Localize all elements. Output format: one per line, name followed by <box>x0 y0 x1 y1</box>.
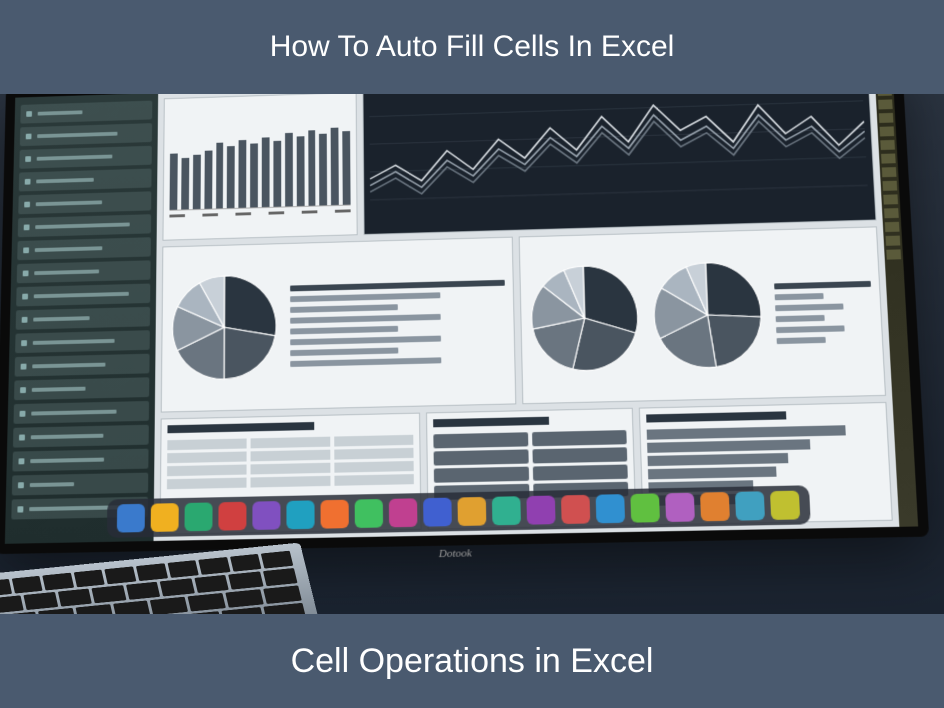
dock-app-icon <box>735 491 765 520</box>
sidebar-row <box>20 123 152 146</box>
hbar <box>647 453 788 466</box>
dock-app-icon <box>770 491 800 520</box>
dock-app-icon <box>665 493 695 522</box>
sidebar <box>5 94 158 544</box>
top-banner-text: How To Auto Fill Cells In Excel <box>270 30 675 64</box>
pie-panel-2 <box>519 226 886 404</box>
sidebar-row <box>13 425 149 448</box>
screen-bezel: Dotook <box>0 94 929 554</box>
sidebar-row <box>19 146 152 169</box>
sidebar-row <box>18 191 151 214</box>
dock-app-icon <box>355 499 383 528</box>
line-chart-panel <box>362 94 876 235</box>
dock-app-icon <box>457 497 486 526</box>
bar-chart-ticks <box>169 209 350 217</box>
dock-app-icon <box>492 496 521 525</box>
laptop: Dotook <box>0 94 944 614</box>
hbar <box>647 439 811 453</box>
sidebar-row <box>13 401 149 424</box>
dock-app-icon <box>596 494 625 523</box>
dock-app-icon <box>389 498 418 527</box>
dock-app-icon <box>423 498 452 527</box>
dock-app-icon <box>321 500 349 529</box>
hbar-header <box>646 411 786 422</box>
sidebar-row <box>18 214 151 237</box>
keyboard <box>0 543 320 614</box>
dashboard-main <box>154 94 900 541</box>
hbar <box>648 466 777 479</box>
bottom-banner: Cell Operations in Excel <box>0 614 944 708</box>
dock-app-icon <box>561 495 590 524</box>
sidebar-row <box>16 307 150 330</box>
top-banner: How To Auto Fill Cells In Excel <box>0 0 944 94</box>
sidebar-row <box>12 449 148 472</box>
pie-2-legend <box>774 280 874 343</box>
dock-app-icon <box>218 502 246 531</box>
pie-panel-1 <box>161 237 517 413</box>
sidebar-row <box>17 260 151 283</box>
dock-app-icon <box>700 492 730 521</box>
dock-app-icon <box>630 493 660 522</box>
sidebar-row <box>14 377 149 400</box>
dock-app-icon <box>184 502 212 531</box>
sidebar-row <box>15 354 150 377</box>
pie-chart-1 <box>170 272 278 382</box>
dock-app-icon <box>526 496 555 525</box>
laptop-illustration: Dotook <box>0 94 944 614</box>
sidebar-row <box>16 284 150 307</box>
dock-app-icon <box>252 501 280 530</box>
pie-row <box>161 226 886 412</box>
bar-chart <box>170 110 351 211</box>
dock-app-icon <box>117 504 145 533</box>
table-header <box>167 422 314 433</box>
screen <box>5 94 918 544</box>
pie-chart-2 <box>528 262 641 374</box>
sidebar-row <box>15 330 150 353</box>
pie-1-table <box>290 279 506 366</box>
sidebar-row <box>17 237 151 260</box>
dock-app-icon <box>151 503 179 532</box>
sidebar-row <box>12 473 148 496</box>
line-chart <box>369 94 869 228</box>
hbar <box>646 425 845 440</box>
sidebar-row <box>20 101 152 124</box>
bottom-banner-text: Cell Operations in Excel <box>291 642 654 681</box>
laptop-brand: Dotook <box>439 547 472 560</box>
bar-chart-panel <box>162 94 357 241</box>
dock-app-icon <box>286 500 314 529</box>
sidebar-row <box>19 168 152 191</box>
buttons-header <box>434 417 549 428</box>
pie-chart-3 <box>650 259 765 371</box>
